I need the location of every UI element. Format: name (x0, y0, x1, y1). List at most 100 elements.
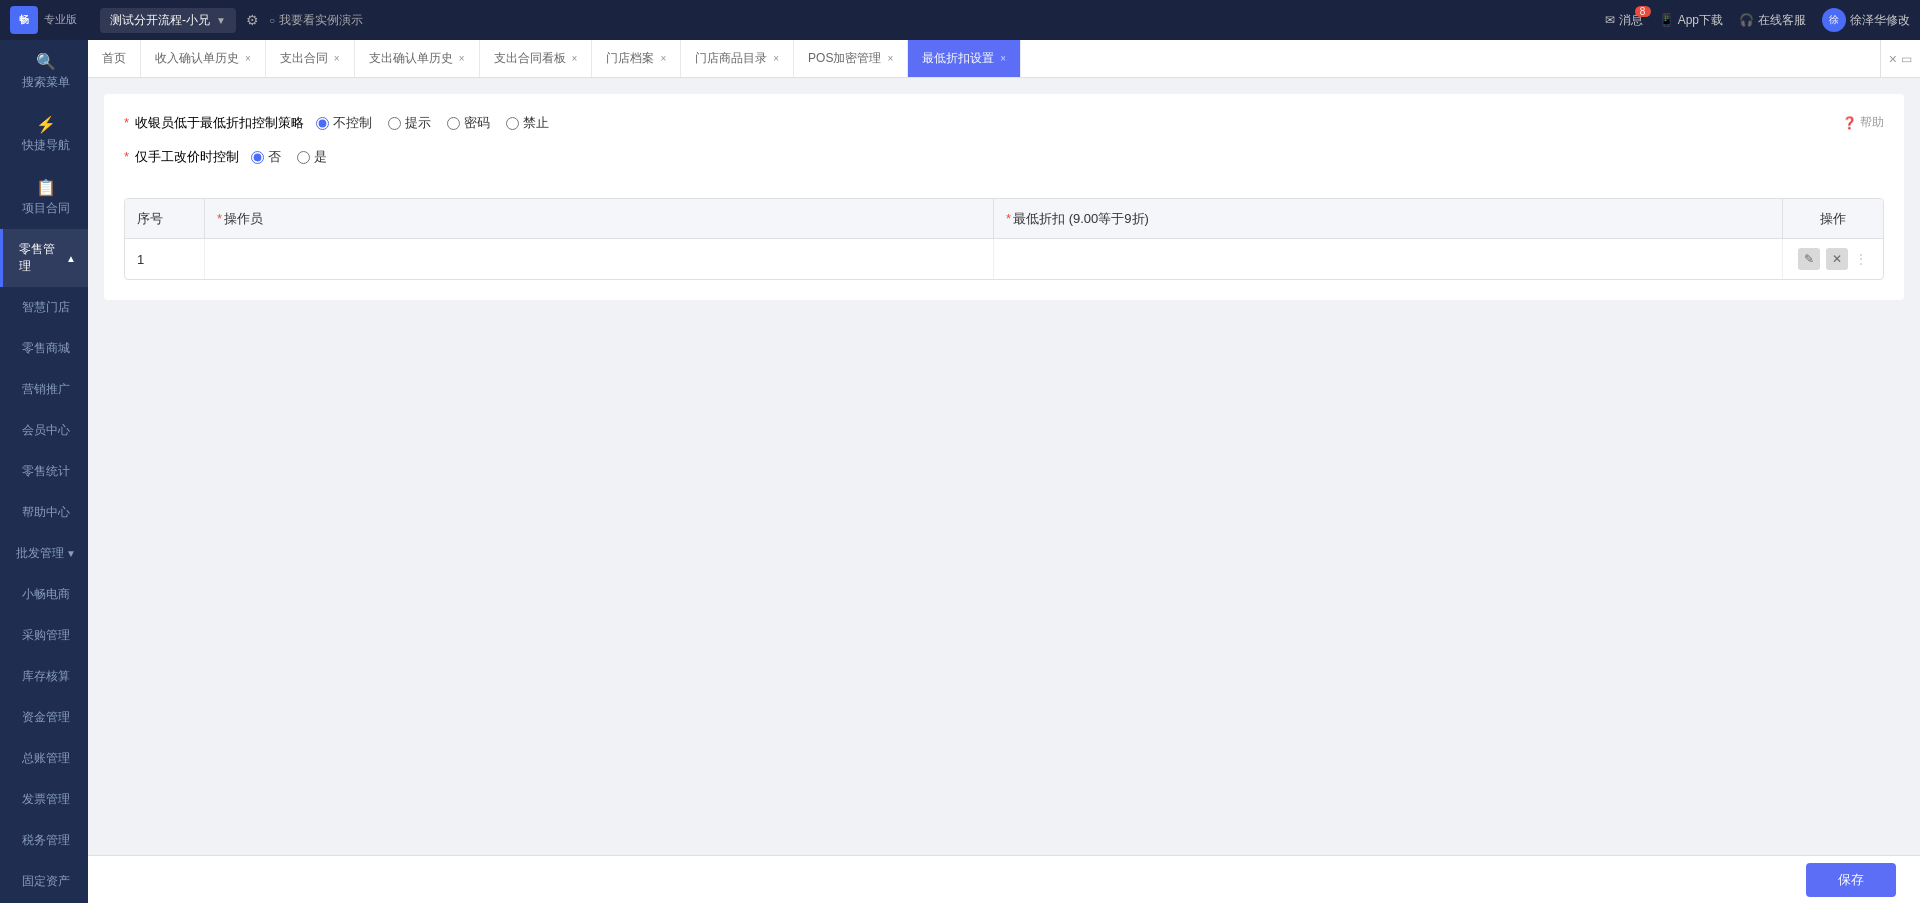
tab-payment-confirm-history-label: 支出确认单历史 (369, 50, 453, 67)
ecommerce-label: 小畅电商 (22, 586, 70, 603)
tab-payment-contract-board-close[interactable]: × (572, 53, 578, 64)
tab-payment-confirm-history[interactable]: 支出确认单历史 × (355, 40, 480, 77)
tab-pos-password-mgmt[interactable]: POS加密管理 × (794, 40, 908, 77)
tab-expand-btn[interactable]: ▭ (1901, 52, 1912, 66)
tab-store-product-catalog-close[interactable]: × (773, 53, 779, 64)
sidebar-item-project-contract[interactable]: 📋 项目合同 (0, 166, 88, 229)
tab-store-product-catalog[interactable]: 门店商品目录 × (681, 40, 794, 77)
online-support-btn[interactable]: 🎧 在线客服 (1739, 12, 1806, 29)
radio-manual-yes-input[interactable] (297, 151, 310, 164)
tab-payment-contract[interactable]: 支出合同 × (266, 40, 355, 77)
sidebar-item-search[interactable]: 🔍 搜索菜单 (0, 40, 88, 103)
settings-icon[interactable]: ⚙ (246, 12, 259, 28)
radio-password-input[interactable] (447, 117, 460, 130)
tab-store-files-label: 门店档案 (606, 50, 654, 67)
radio-manual-yes[interactable]: 是 (297, 148, 327, 166)
member-center-label: 会员中心 (22, 422, 70, 439)
help-center-label: 帮助中心 (22, 504, 70, 521)
radio-no-control-input[interactable] (316, 117, 329, 130)
tab-income-history-close[interactable]: × (245, 53, 251, 64)
discount-strategy-radio-group: 不控制 提示 密码 (316, 114, 549, 132)
project-selector[interactable]: 测试分开流程-小兄 ▼ (100, 8, 236, 33)
radio-forbid-input[interactable] (506, 117, 519, 130)
sidebar-item-member-center[interactable]: 会员中心 (0, 410, 88, 451)
sidebar-item-marketing[interactable]: 营销推广 (0, 369, 88, 410)
cell-actions-1: ✎ ✕ ⋮ (1783, 239, 1883, 279)
content-area: 首页 收入确认单历史 × 支出合同 × 支出确认单历史 × 支出合同看板 × (88, 40, 1920, 903)
batch-mgmt-label: 批发管理 (16, 545, 64, 562)
col-header-operator-required: * (217, 211, 222, 226)
radio-no-control[interactable]: 不控制 (316, 114, 372, 132)
radio-forbid-label: 禁止 (523, 114, 549, 132)
batch-mgmt-arrow-icon: ▼ (66, 548, 76, 559)
app-download-btn[interactable]: 📱 App下载 (1659, 12, 1723, 29)
sidebar-item-finance[interactable]: 资金管理 (0, 697, 88, 738)
tab-income-history[interactable]: 收入确认单历史 × (141, 40, 266, 77)
main-layout: 🔍 搜索菜单 ⚡ 快捷导航 📋 项目合同 零售管理 ▲ 智慧门店 零售商城 营销… (0, 40, 1920, 903)
radio-manual-no[interactable]: 否 (251, 148, 281, 166)
sidebar-item-invoice[interactable]: 发票管理 (0, 779, 88, 820)
sidebar-item-purchase-mgmt[interactable]: 采购管理 (0, 615, 88, 656)
tab-min-discount-setting-label: 最低折扣设置 (922, 50, 994, 67)
tab-payment-confirm-history-close[interactable]: × (459, 53, 465, 64)
sidebar-item-retail-mall[interactable]: 零售商城 (0, 328, 88, 369)
drag-handle-1[interactable]: ⋮ (1854, 251, 1868, 267)
logo-text: 专业版 (44, 13, 77, 26)
message-icon: ✉ (1605, 13, 1615, 27)
discount-strategy-row: * 收银员低于最低折扣控制策略 不控制 提示 (124, 114, 549, 132)
tab-payment-contract-close[interactable]: × (334, 53, 340, 64)
col-header-discount-label: 最低折扣 (9.00等于9折) (1013, 210, 1149, 228)
sidebar-item-help-center[interactable]: 帮助中心 (0, 492, 88, 533)
sidebar-item-ecommerce[interactable]: 小畅电商 (0, 574, 88, 615)
tax-label: 税务管理 (22, 832, 70, 849)
radio-manual-yes-label: 是 (314, 148, 327, 166)
col-header-operator: * 操作员 (205, 199, 994, 238)
messages-btn[interactable]: ✉ 消息 8 (1605, 12, 1643, 29)
cell-seq-1-value: 1 (137, 252, 144, 267)
tab-min-discount-setting-close[interactable]: × (1000, 53, 1006, 64)
sidebar-item-retail-mgmt[interactable]: 零售管理 ▲ (0, 229, 88, 287)
search-icon: 🔍 (36, 52, 56, 71)
sidebar-item-retail-stats[interactable]: 零售统计 (0, 451, 88, 492)
col-header-seq: 序号 (125, 199, 205, 238)
sidebar-item-ledger[interactable]: 总账管理 (0, 738, 88, 779)
edit-btn-1[interactable]: ✎ (1798, 248, 1820, 270)
delete-btn-1[interactable]: ✕ (1826, 248, 1848, 270)
sidebar-item-tax[interactable]: 税务管理 (0, 820, 88, 861)
radio-password[interactable]: 密码 (447, 114, 490, 132)
sidebar-item-fixed-assets[interactable]: 固定资产 (0, 861, 88, 902)
sidebar-item-search-label: 搜索菜单 (22, 74, 70, 91)
col-header-discount: * 最低折扣 (9.00等于9折) (994, 199, 1783, 238)
cell-seq-1: 1 (125, 239, 205, 279)
headset-icon: 🎧 (1739, 13, 1754, 27)
radio-forbid[interactable]: 禁止 (506, 114, 549, 132)
shortcut-icon: ⚡ (36, 115, 56, 134)
cell-operator-1 (205, 239, 994, 279)
sidebar-item-shortcut-label: 快捷导航 (22, 137, 70, 154)
tab-close-all-btn[interactable]: × (1889, 51, 1897, 67)
logo-area: 畅 专业版 (10, 6, 90, 34)
save-button[interactable]: 保存 (1806, 863, 1896, 897)
discount-table: 序号 * 操作员 * 最低折扣 (9.00等于9折) 操作 (124, 198, 1884, 280)
sidebar-item-batch-mgmt[interactable]: 批发管理 ▼ (0, 533, 88, 574)
tab-store-product-catalog-label: 门店商品目录 (695, 50, 767, 67)
radio-manual-no-input[interactable] (251, 151, 264, 164)
tab-store-files[interactable]: 门店档案 × (592, 40, 681, 77)
bottom-bar: 保存 (88, 855, 1920, 903)
tab-min-discount-setting[interactable]: 最低折扣设置 × (908, 40, 1021, 77)
radio-tip[interactable]: 提示 (388, 114, 431, 132)
help-btn[interactable]: ❓ 帮助 (1842, 114, 1884, 131)
avatar: 徐 (1822, 8, 1846, 32)
tab-store-files-close[interactable]: × (660, 53, 666, 64)
sidebar-item-inventory[interactable]: 库存核算 (0, 656, 88, 697)
messages-badge: 8 (1635, 6, 1651, 17)
inventory-label: 库存核算 (22, 668, 70, 685)
demo-link[interactable]: 我要看实例演示 (269, 12, 363, 29)
sidebar-item-shortcut[interactable]: ⚡ 快捷导航 (0, 103, 88, 166)
tab-pos-password-mgmt-close[interactable]: × (887, 53, 893, 64)
sidebar-item-smart-store[interactable]: 智慧门店 (0, 287, 88, 328)
radio-tip-input[interactable] (388, 117, 401, 130)
tab-payment-contract-board[interactable]: 支出合同看板 × (480, 40, 593, 77)
user-profile-btn[interactable]: 徐 徐泽华修改 (1822, 8, 1910, 32)
tab-home[interactable]: 首页 (88, 40, 141, 77)
